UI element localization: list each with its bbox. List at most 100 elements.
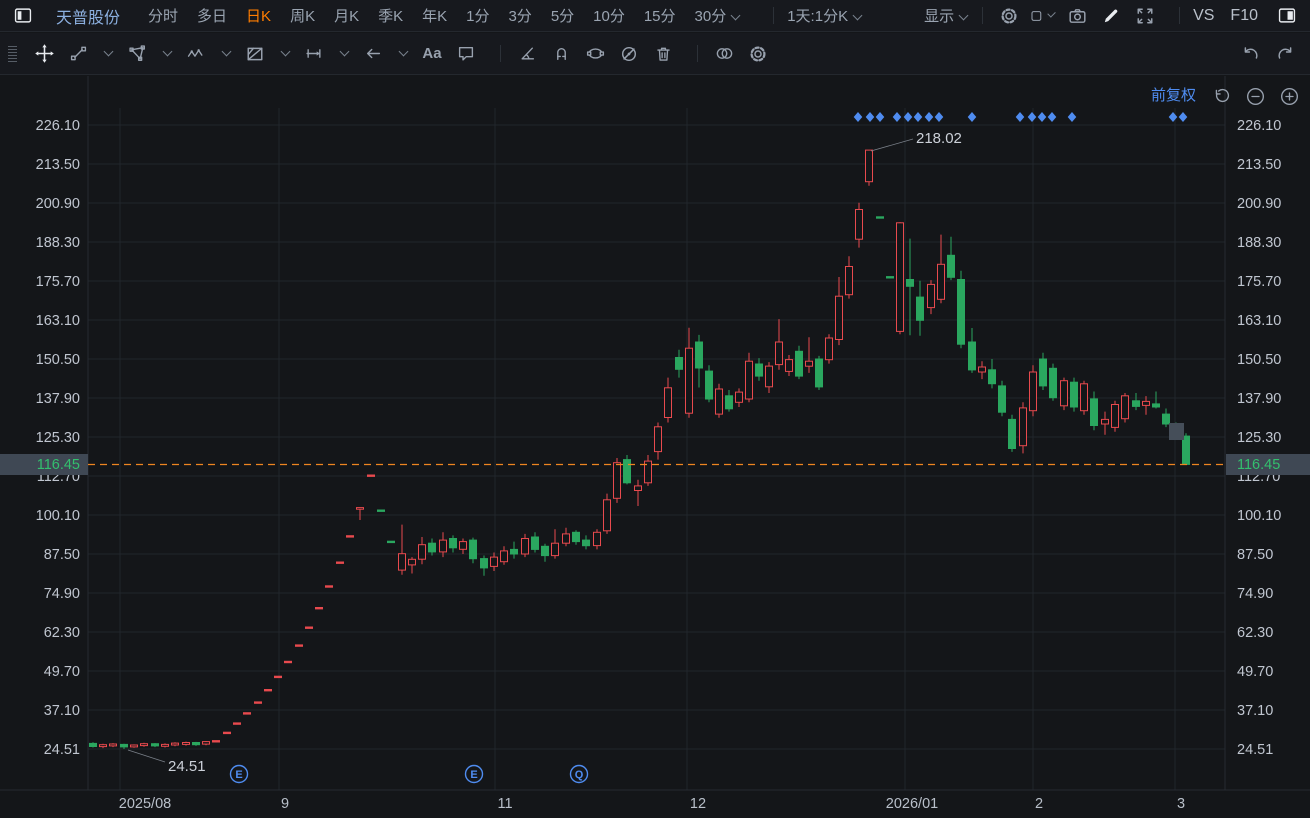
tab-5分[interactable]: 5分 — [551, 5, 574, 26]
compare-overlay-icon[interactable] — [711, 41, 737, 67]
fullscreen-icon[interactable] — [1132, 3, 1158, 29]
link-drawings-icon[interactable] — [582, 41, 608, 67]
candlestick-chart[interactable]: 218.02 24.51 E E Q 226.10 226.10 213.50 213.50 20… — [0, 0, 1310, 818]
tab-1天:1分K[interactable]: 1天:1分K — [787, 5, 863, 26]
delete-drawings-icon[interactable] — [650, 41, 676, 67]
candle-body — [805, 360, 813, 367]
x-axis-label: 2 — [1035, 796, 1043, 812]
candle-body — [1008, 418, 1016, 449]
candle-body — [1182, 435, 1190, 465]
tab-1分[interactable]: 1分 — [466, 5, 489, 26]
tab-分时[interactable]: 分时 — [148, 5, 178, 26]
y-axis-label-right: 100.10 — [1237, 508, 1281, 524]
zoom-in-icon[interactable] — [1276, 83, 1302, 109]
candle-body — [439, 539, 447, 553]
candle-body — [937, 263, 945, 300]
candle-body — [418, 544, 426, 560]
event-marker-letter: Q — [575, 769, 584, 781]
adjustment-mode-button[interactable]: 前复权 — [1151, 84, 1196, 105]
magnet-icon[interactable] — [548, 41, 574, 67]
f10-button[interactable]: F10 — [1230, 7, 1258, 25]
measure-tool-icon[interactable] — [301, 41, 327, 67]
tab-多日[interactable]: 多日 — [197, 5, 227, 26]
move-tool-icon[interactable] — [31, 41, 57, 67]
chevron-down-icon[interactable] — [339, 46, 350, 57]
y-axis-label-right: 125.30 — [1237, 430, 1281, 446]
chevron-down-icon[interactable] — [103, 46, 114, 57]
candle-body — [459, 541, 467, 550]
candle-body — [120, 743, 128, 748]
candle-body — [613, 462, 621, 499]
candle-body — [89, 742, 97, 748]
candle-body — [775, 341, 783, 366]
comment-tool-icon[interactable] — [453, 41, 479, 67]
candle-body — [582, 539, 590, 547]
display-menu[interactable]: 显示 — [924, 5, 969, 26]
chevron-down-icon[interactable] — [280, 46, 291, 57]
text-tool-icon[interactable]: Aa — [419, 41, 445, 67]
y-axis-label-left: 137.90 — [36, 391, 80, 407]
chart-controls: 前复权 — [1151, 84, 1214, 105]
arrow-tool-icon[interactable] — [360, 41, 386, 67]
hide-drawings-icon[interactable] — [616, 41, 642, 67]
candle-body — [957, 279, 965, 345]
tab-日K[interactable]: 日K — [246, 5, 271, 26]
candle-body — [896, 222, 904, 332]
elliott-wave-tool-icon[interactable] — [183, 41, 209, 67]
undo-icon[interactable] — [1238, 41, 1264, 67]
candle-body — [1029, 371, 1037, 412]
chart-type-icon[interactable] — [1030, 3, 1056, 29]
tab-月K[interactable]: 月K — [334, 5, 359, 26]
screenshot-camera-icon[interactable] — [1064, 3, 1090, 29]
redo-icon[interactable] — [1272, 41, 1298, 67]
candle-body — [182, 742, 190, 745]
candle-body — [1101, 418, 1109, 425]
high-annotation-line — [870, 138, 914, 152]
trend-line-tool-icon[interactable] — [65, 41, 91, 67]
candle-body — [675, 357, 683, 370]
candle-body — [815, 358, 823, 388]
candle-body — [1162, 413, 1170, 425]
stock-name[interactable]: 天普股份 — [56, 4, 120, 28]
candle-body — [1132, 400, 1140, 407]
right-panel-toggle-icon[interactable] — [1274, 3, 1300, 29]
drawing-settings-icon[interactable] — [745, 41, 771, 67]
undo-redo-group — [1238, 33, 1298, 75]
announcement-diamond-icon — [967, 112, 977, 122]
chevron-down-icon[interactable] — [221, 46, 232, 57]
tab-15分[interactable]: 15分 — [644, 5, 676, 26]
tab-3分[interactable]: 3分 — [508, 5, 531, 26]
vs-button[interactable]: VS — [1193, 7, 1214, 25]
candle-body — [140, 743, 148, 747]
y-axis-label-left: 100.10 — [36, 508, 80, 524]
y-axis-label-right: 188.30 — [1237, 235, 1281, 251]
candle-body — [398, 553, 406, 571]
pitchfork-tool-icon[interactable] — [124, 41, 150, 67]
tab-周K[interactable]: 周K — [290, 5, 315, 26]
tab-年K[interactable]: 年K — [422, 5, 447, 26]
tab-10分[interactable]: 10分 — [593, 5, 625, 26]
candle-body — [1142, 400, 1150, 406]
sidebar-toggle-icon[interactable] — [10, 3, 36, 29]
chevron-down-icon[interactable] — [398, 46, 409, 57]
candle-body — [927, 283, 935, 309]
announcement-diamond-icon — [1067, 112, 1077, 122]
candle-body — [865, 149, 873, 183]
toolbar-drag-handle-icon[interactable] — [8, 45, 17, 62]
reset-zoom-icon[interactable] — [1208, 83, 1234, 109]
angle-tool-icon[interactable] — [514, 41, 540, 67]
y-axis-label-right: 62.30 — [1237, 625, 1273, 641]
candle-body — [1090, 398, 1098, 426]
candle-body — [735, 391, 743, 403]
announcement-diamond-icon — [934, 112, 944, 122]
zoom-out-icon[interactable] — [1242, 83, 1268, 109]
y-axis-label-right: 213.50 — [1237, 157, 1281, 173]
chevron-down-icon[interactable] — [162, 46, 173, 57]
tab-季K[interactable]: 季K — [378, 5, 403, 26]
announcement-diamond-icon — [892, 112, 902, 122]
tab-30分[interactable]: 30分 — [695, 5, 742, 26]
period-tabs: 分时 多日 日K 周K 月K 季K 年K 1分 3分 5分 10分 15分 30分 1天:1分K — [148, 5, 882, 26]
pattern-tool-icon[interactable] — [242, 41, 268, 67]
draw-pencil-icon[interactable] — [1098, 3, 1124, 29]
settings-icon[interactable] — [996, 3, 1022, 29]
